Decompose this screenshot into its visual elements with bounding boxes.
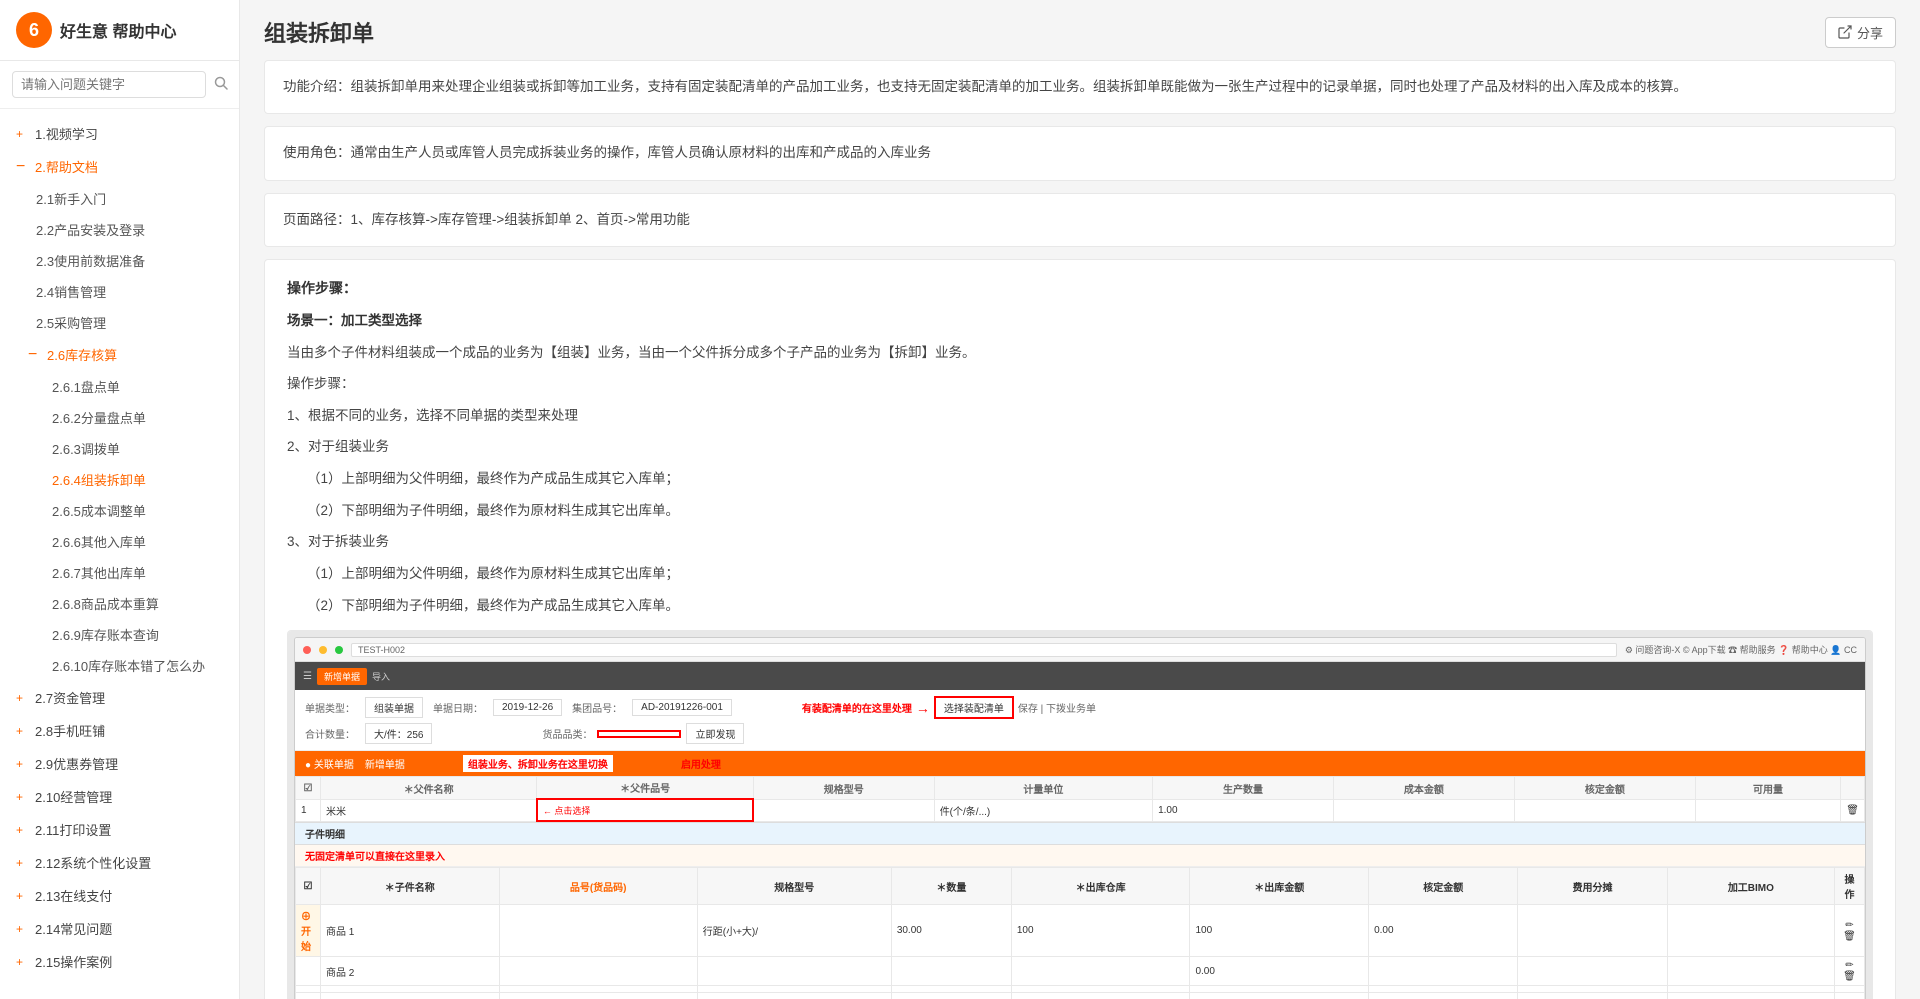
sidebar-item-2-8[interactable]: + 2.8手机旺铺: [0, 714, 239, 747]
annotation-1: 有装配清单的在这里处理: [802, 700, 912, 715]
screenshot-block: TEST-H002 ⚙ 问题咨询-X © App下载 ☎ 帮助服务 ❓ 帮助中心…: [287, 630, 1873, 999]
sidebar-item-2-13[interactable]: + 2.13在线支付: [0, 879, 239, 912]
step-3: 3、对于拆装业务: [287, 529, 1873, 555]
plus-icon: +: [16, 127, 30, 141]
sidebar-item-2-6-10[interactable]: 2.6.10库存账本错了怎么办: [0, 650, 239, 681]
sidebar-item-2-10[interactable]: + 2.10经营管理: [0, 780, 239, 813]
minus-icon-2: −: [28, 347, 42, 363]
sidebar-item-docs[interactable]: − 2.帮助文档: [0, 150, 239, 183]
mock-nav-new: 新增单据: [317, 668, 367, 685]
sidebar-item-2-4[interactable]: 2.4销售管理: [0, 276, 239, 307]
intro-block-1: 功能介绍：组装拆卸单用来处理企业组装或拆卸等加工业务，支持有固定装配清单的产品加…: [264, 60, 1896, 114]
search-box: [0, 61, 239, 109]
sidebar-item-2-6[interactable]: − 2.6库存核算: [0, 338, 239, 371]
share-button[interactable]: 分享: [1825, 17, 1896, 48]
annotation-3-label: 组装业务、拆卸业务在这里切换: [463, 755, 613, 772]
sidebar-header: 6 好生意 帮助中心: [0, 0, 239, 61]
sidebar-item-2-6-6[interactable]: 2.6.6其他入库单: [0, 526, 239, 557]
sidebar-item-2-9[interactable]: + 2.9优惠券管理: [0, 747, 239, 780]
sidebar-item-2-7[interactable]: + 2.7资金管理: [0, 681, 239, 714]
nav-tree: + 1.视频学习 − 2.帮助文档 2.1新手入门 2.2产品安装及登录 2.3…: [0, 109, 239, 999]
steps-title: 操作步骤：: [287, 278, 1873, 298]
sidebar-item-2-5[interactable]: 2.5采购管理: [0, 307, 239, 338]
sidebar-item-2-3[interactable]: 2.3使用前数据准备: [0, 245, 239, 276]
sidebar-item-2-6-2[interactable]: 2.6.2分量盘点单: [0, 402, 239, 433]
sidebar-item-2-14[interactable]: + 2.14常见问题: [0, 912, 239, 945]
mock-assembly-btn: 选择装配清单: [934, 696, 1014, 719]
page-header: 组装拆卸单 分享: [240, 0, 1920, 60]
content-area: 功能介绍：组装拆卸单用来处理企业组装或拆卸等加工业务，支持有固定装配清单的产品加…: [240, 60, 1920, 999]
sidebar-item-2-12[interactable]: + 2.12系统个性化设置: [0, 846, 239, 879]
sidebar-item-2-15[interactable]: + 2.15操作案例: [0, 945, 239, 978]
search-button[interactable]: [210, 72, 232, 97]
intro-block-2: 使用角色：通常由生产人员或库管人员完成拆装业务的操作，库管人员确认原材料的出库和…: [264, 126, 1896, 180]
step-3-1: （1）上部明细为父件明细，最终作为原材料生成其它出库单；: [287, 561, 1873, 587]
sidebar-item-2-2[interactable]: 2.2产品安装及登录: [0, 214, 239, 245]
plus-icon-4: +: [16, 724, 30, 738]
main-content: 组装拆卸单 分享 功能介绍：组装拆卸单用来处理企业组装或拆卸等加工业务，支持有固…: [240, 0, 1920, 999]
plus-icon-3: +: [16, 691, 30, 705]
app-title: 好生意 帮助中心: [60, 18, 176, 42]
annotation-4-label: 启用处理: [681, 756, 721, 771]
search-input[interactable]: [12, 71, 206, 98]
plus-icon-5: +: [16, 757, 30, 771]
sidebar-item-2-11[interactable]: + 2.11打印设置: [0, 813, 239, 846]
page-title: 组装拆卸单: [264, 16, 374, 48]
plus-icon-8: +: [16, 856, 30, 870]
sidebar-item-2-6-4[interactable]: 2.6.4组装拆卸单: [0, 464, 239, 495]
step-1: 1、根据不同的业务，选择不同单据的类型来处理: [287, 403, 1873, 429]
step-2-2: （2）下部明细为子件明细，最终作为原材料生成其它出库单。: [287, 498, 1873, 524]
plus-icon-6: +: [16, 790, 30, 804]
sidebar-item-2-6-5[interactable]: 2.6.5成本调整单: [0, 495, 239, 526]
plus-icon-11: +: [16, 955, 30, 969]
app-logo: 6: [16, 12, 52, 48]
step-3-2: （2）下部明细为子件明细，最终作为产成品生成其它入库单。: [287, 593, 1873, 619]
sidebar: 6 好生意 帮助中心 + 1.视频学习 − 2.帮助文档 2.1新手入门 2.2…: [0, 0, 240, 999]
sidebar-item-2-1[interactable]: 2.1新手入门: [0, 183, 239, 214]
scene1-title: 场景一：加工类型选择: [287, 308, 1873, 334]
scene1-desc: 当由多个子件材料组装成一个成品的业务为【组装】业务，当由一个父件拆分成多个子产品…: [287, 340, 1873, 366]
intro-block-3: 页面路径：1、库存核算->库存管理->组装拆卸单 2、首页->常用功能: [264, 193, 1896, 247]
plus-icon-7: +: [16, 823, 30, 837]
sidebar-item-2-6-8[interactable]: 2.6.8商品成本重算: [0, 588, 239, 619]
step-2-1: （1）上部明细为父件明细，最终作为产成品生成其它入库单；: [287, 466, 1873, 492]
sidebar-item-video[interactable]: + 1.视频学习: [0, 117, 239, 150]
minus-icon: −: [16, 159, 30, 175]
sidebar-item-2-6-7[interactable]: 2.6.7其他出库单: [0, 557, 239, 588]
sidebar-item-2-6-1[interactable]: 2.6.1盘点单: [0, 371, 239, 402]
steps-block: 操作步骤： 场景一：加工类型选择 当由多个子件材料组装成一个成品的业务为【组装】…: [264, 259, 1896, 999]
step-2: 2、对于组装业务: [287, 434, 1873, 460]
plus-icon-9: +: [16, 889, 30, 903]
sidebar-item-2-6-9[interactable]: 2.6.9库存账本查询: [0, 619, 239, 650]
steps-header: 操作步骤：: [287, 371, 1873, 397]
plus-icon-10: +: [16, 922, 30, 936]
annotation-5-label: 无固定清单可以直接在这里录入: [295, 845, 1865, 867]
mock-section-header: ● 关联单据 新增单据: [305, 756, 405, 771]
sidebar-item-2-6-3[interactable]: 2.6.3调拨单: [0, 433, 239, 464]
